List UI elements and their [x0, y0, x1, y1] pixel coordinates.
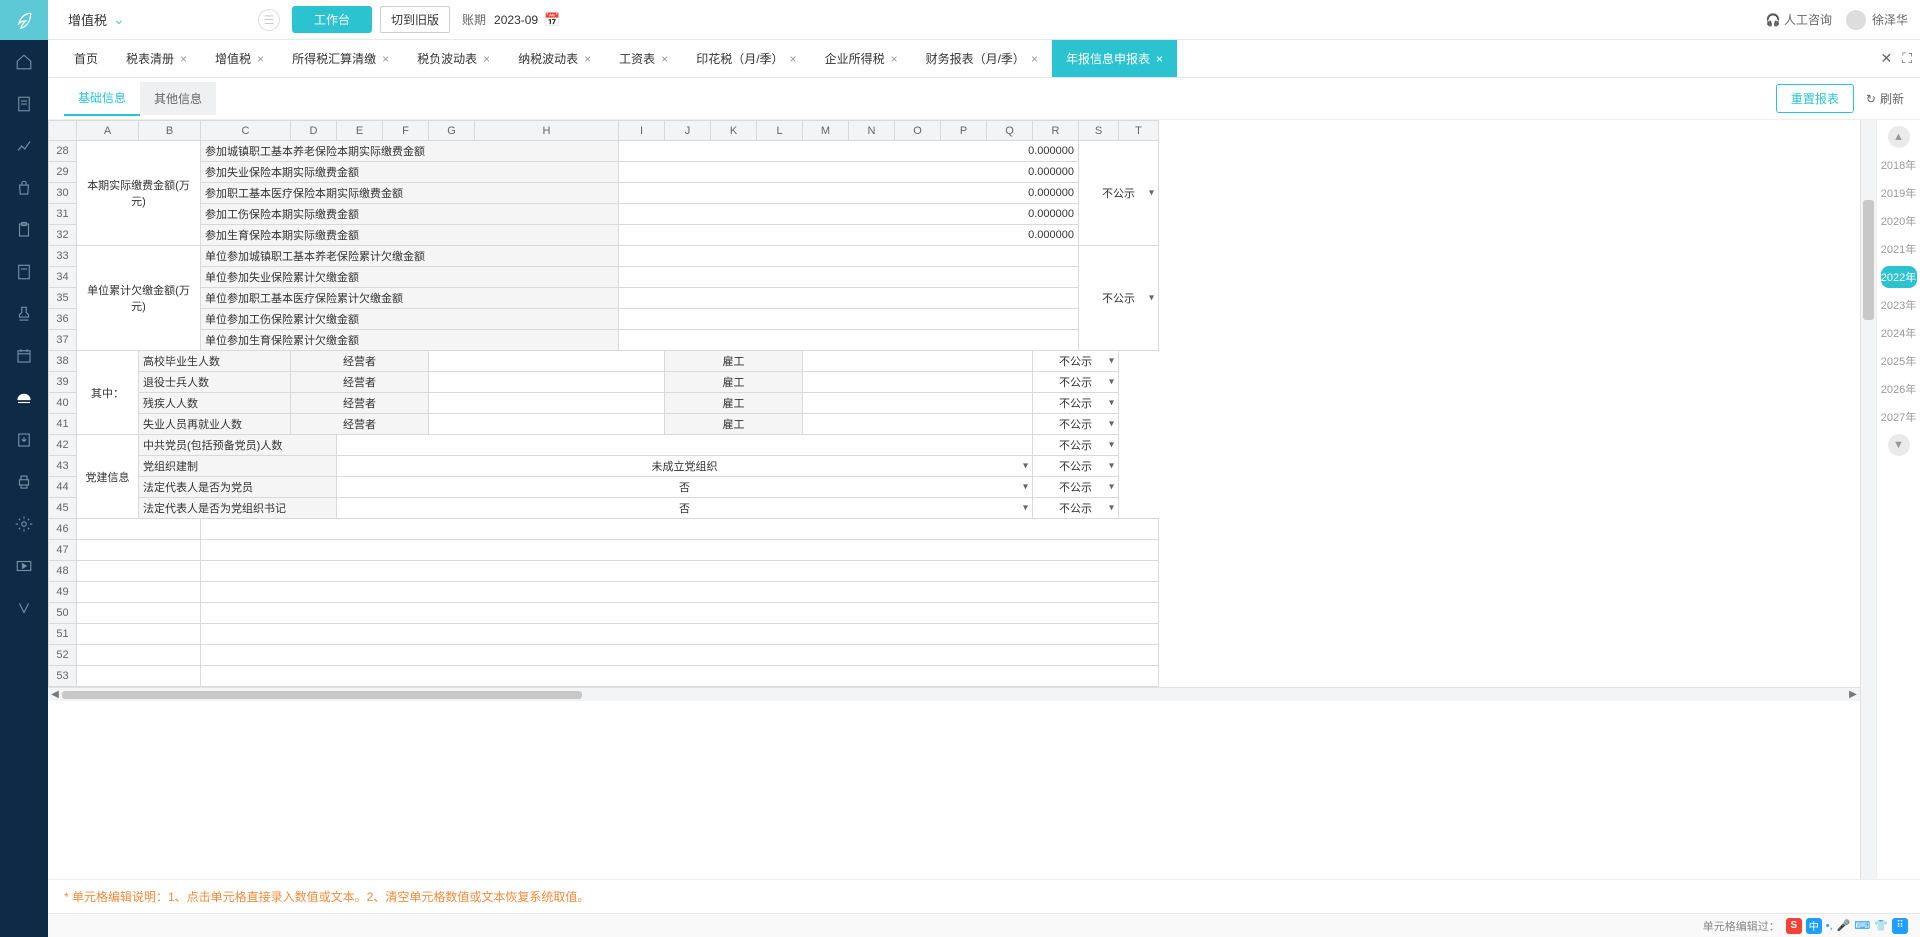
sidebar [0, 40, 48, 937]
status-edit-label: 单元格编辑过： [1703, 918, 1780, 934]
year-down-icon[interactable]: ▼ [1888, 434, 1910, 456]
year-2024年[interactable]: 2024年 [1881, 322, 1917, 344]
tab-所得税汇算清缴[interactable]: 所得税汇算清缴× [278, 40, 403, 77]
year-2021年[interactable]: 2021年 [1881, 238, 1917, 260]
tab-年报信息申报表[interactable]: 年报信息申报表× [1052, 40, 1177, 77]
close-icon[interactable]: × [257, 52, 264, 66]
nav-settings-icon[interactable] [14, 514, 34, 534]
close-icon[interactable]: × [790, 52, 797, 66]
workbench-button[interactable]: 工作台 [292, 6, 372, 33]
tab-增值税[interactable]: 增值税× [201, 40, 278, 77]
close-icon[interactable]: × [1156, 52, 1163, 66]
tax-type-dropdown[interactable]: 增值税 ⌄ [68, 10, 258, 29]
feather-icon [14, 10, 34, 30]
main-area: 首页税表清册×增值税×所得税汇算清缴×税负波动表×纳税波动表×工资表×印花税（月… [48, 40, 1920, 937]
reset-report-button[interactable]: 重置报表 [1776, 84, 1854, 113]
year-2026年[interactable]: 2026年 [1881, 378, 1917, 400]
tab-印花税（月/季）[interactable]: 印花税（月/季）× [682, 40, 810, 77]
app-logo [0, 0, 48, 40]
close-icon[interactable]: × [382, 52, 389, 66]
year-2020年[interactable]: 2020年 [1881, 210, 1917, 232]
nav-video-icon[interactable] [14, 556, 34, 576]
period-value[interactable]: 2023-09 [494, 13, 538, 27]
subtab-other[interactable]: 其他信息 [140, 82, 216, 115]
year-2027年[interactable]: 2027年 [1881, 406, 1917, 428]
nav-active-icon[interactable] [14, 388, 34, 408]
tabs-expand-icon[interactable]: ⛶ [1902, 50, 1912, 67]
nav-print-icon[interactable] [14, 472, 34, 492]
close-icon[interactable]: × [584, 52, 591, 66]
user-menu[interactable]: 徐泽华 [1846, 10, 1908, 30]
close-icon[interactable]: × [483, 52, 490, 66]
nav-date-icon[interactable] [14, 346, 34, 366]
topbar: 增值税 ⌄ ☰ 工作台 切到旧版 账期 2023-09 📅 🎧 人工咨询 徐泽华 [0, 0, 1920, 40]
nav-export-icon[interactable] [14, 430, 34, 450]
tab-税表清册[interactable]: 税表清册× [112, 40, 201, 77]
period-label: 账期 [462, 11, 486, 28]
nav-home-icon[interactable] [14, 52, 34, 72]
status-bar: 单元格编辑过： S 中 •, 🎤 ⌨ 👕 ⠿ [48, 913, 1920, 937]
tab-工资表[interactable]: 工资表× [605, 40, 682, 77]
tab-首页[interactable]: 首页 [60, 40, 112, 77]
year-2019年[interactable]: 2019年 [1881, 182, 1917, 204]
nav-doc-icon[interactable] [14, 94, 34, 114]
switch-old-button[interactable]: 切到旧版 [380, 6, 450, 33]
tabs-bar: 首页税表清册×增值税×所得税汇算清缴×税负波动表×纳税波动表×工资表×印花税（月… [48, 40, 1920, 78]
tab-财务报表（月/季）[interactable]: 财务报表（月/季）× [912, 40, 1052, 77]
ime-grid-icon[interactable]: ⠿ [1892, 918, 1908, 934]
year-2022年[interactable]: 2022年 [1881, 266, 1917, 288]
nav-chart-icon[interactable] [14, 136, 34, 156]
chevron-down-icon: ⌄ [113, 11, 125, 28]
horizontal-scrollbar[interactable]: ◀▶ [48, 687, 1860, 701]
tax-type-label: 增值税 [68, 10, 107, 29]
edit-note: * 单元格编辑说明：1、点击单元格直接录入数值或文本。2、清空单元格数值或文本恢… [48, 879, 1920, 913]
year-sidebar: ▲ 2018年 2019年 2020年 2021年 2022年 2023年 2024年 202… [1876, 120, 1920, 879]
refresh-button[interactable]: ↻ 刷新 [1866, 90, 1904, 107]
ime-zh-icon[interactable]: 中 [1806, 918, 1822, 934]
ime-toolbar[interactable]: S 中 •, 🎤 ⌨ 👕 ⠿ [1786, 918, 1908, 934]
close-icon[interactable]: × [1031, 52, 1038, 66]
close-icon[interactable]: × [661, 52, 668, 66]
subtabs: 基础信息 其他信息 重置报表 ↻ 刷新 [48, 78, 1920, 120]
tab-税负波动表[interactable]: 税负波动表× [403, 40, 504, 77]
user-name: 徐泽华 [1872, 11, 1908, 28]
year-2023年[interactable]: 2023年 [1881, 294, 1917, 316]
nav-bag-icon[interactable] [14, 178, 34, 198]
avatar-icon [1846, 10, 1866, 30]
tab-纳税波动表[interactable]: 纳税波动表× [504, 40, 605, 77]
nav-stamp-icon[interactable] [14, 304, 34, 324]
tab-企业所得税[interactable]: 企业所得税× [811, 40, 912, 77]
year-up-icon[interactable]: ▲ [1888, 126, 1910, 148]
nav-v-icon[interactable] [14, 598, 34, 618]
year-2018年[interactable]: 2018年 [1881, 154, 1917, 176]
tabs-close-icon[interactable]: ✕ [1880, 50, 1892, 67]
year-2025年[interactable]: 2025年 [1881, 350, 1917, 372]
close-icon[interactable]: × [891, 52, 898, 66]
vertical-scrollbar[interactable] [1860, 120, 1876, 879]
calendar-icon[interactable]: 📅 [544, 12, 560, 28]
ime-s-icon[interactable]: S [1786, 918, 1802, 934]
close-icon[interactable]: × [180, 52, 187, 66]
consult-link[interactable]: 🎧 人工咨询 [1766, 11, 1832, 28]
spreadsheet[interactable]: ABCDEFGHIJKLMNOPQRST28本期实际缴费金额(万元)参加城镇职工… [48, 120, 1860, 879]
nav-clipboard-icon[interactable] [14, 220, 34, 240]
doc-icon[interactable]: ☰ [258, 9, 280, 31]
nav-calc-icon[interactable] [14, 262, 34, 282]
subtab-basic[interactable]: 基础信息 [64, 81, 140, 116]
